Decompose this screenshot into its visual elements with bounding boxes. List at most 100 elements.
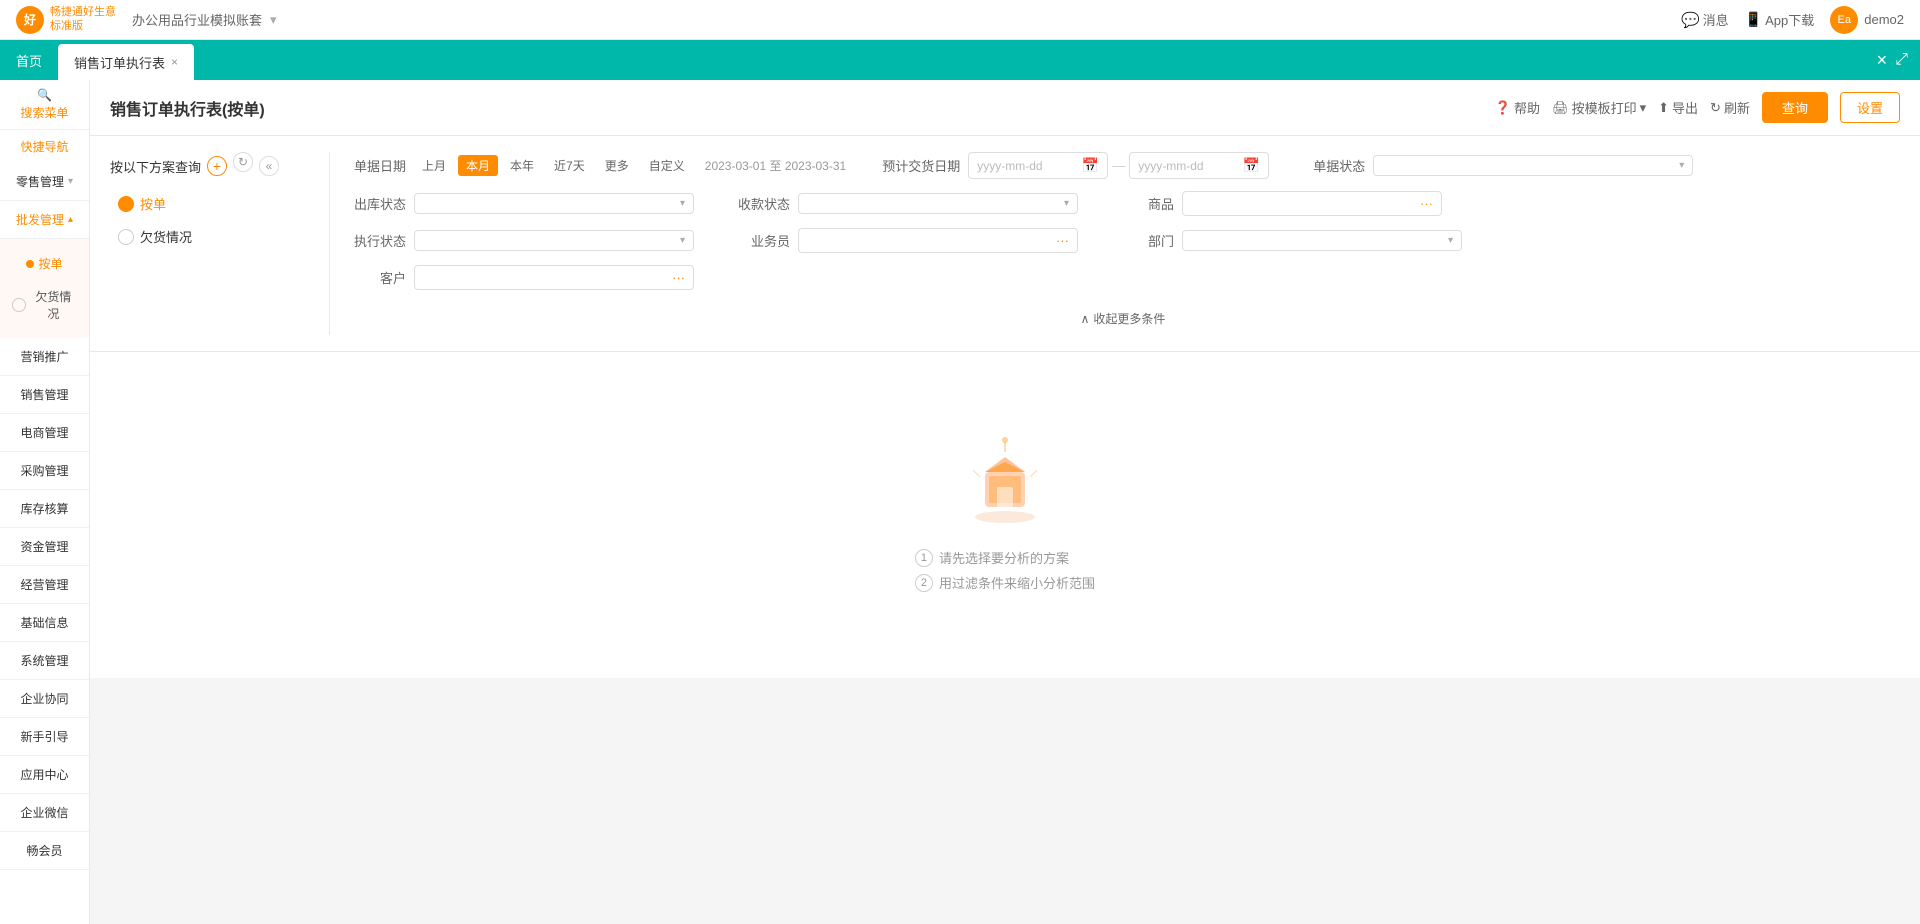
- query-button[interactable]: 查询: [1762, 92, 1828, 123]
- sidebar-item-ecommerce[interactable]: 电商管理: [0, 414, 89, 452]
- add-scheme-button[interactable]: +: [207, 156, 227, 176]
- print-button[interactable]: 🖨 按模板打印 ▾: [1552, 98, 1646, 117]
- refresh-button[interactable]: ↻ 刷新: [1710, 98, 1750, 117]
- empty-hints: 1 请先选择要分析的方案 2 用过滤条件来缩小分析范围: [915, 548, 1095, 598]
- dept-dropdown-icon: ▾: [1448, 235, 1453, 246]
- settings-button[interactable]: 设置: [1840, 92, 1900, 123]
- filter-layout: 按以下方案查询 + ↻ « 按单 欠货情况: [110, 152, 1900, 335]
- collapse-scheme-button[interactable]: «: [259, 156, 279, 176]
- calendar-start-icon: 📅: [1082, 157, 1099, 174]
- refresh-scheme-button[interactable]: ↻: [233, 152, 253, 172]
- message-button[interactable]: 💬 消息: [1681, 10, 1729, 29]
- tab-close-icon[interactable]: ×: [171, 55, 178, 69]
- sidebar-item-finance[interactable]: 资金管理: [0, 528, 89, 566]
- quick-nav-label: 快捷导航: [20, 138, 68, 155]
- customer-more-icon[interactable]: ···: [672, 270, 685, 285]
- sidebar-item-guide[interactable]: 新手引导: [0, 718, 89, 756]
- retail-label: 零售管理: [16, 173, 64, 190]
- tab-sales-order[interactable]: 销售订单执行表 ×: [58, 44, 194, 80]
- date-tab-this-year[interactable]: 本年: [502, 155, 542, 176]
- sidebar-item-marketing[interactable]: 营销推广: [0, 338, 89, 376]
- date-tab-custom[interactable]: 自定义: [641, 155, 693, 176]
- sidebar-sub-item-欠货[interactable]: 欠货情况: [0, 280, 89, 330]
- forecast-date-start[interactable]: yyyy-mm-dd 📅: [968, 152, 1108, 179]
- doc-status-label: 单据状态: [1305, 156, 1365, 175]
- collapse-more-button[interactable]: ∧ 收起更多条件: [346, 302, 1900, 335]
- app-download-button[interactable]: 📱 App下载: [1745, 10, 1815, 29]
- title-dropdown-icon[interactable]: ▾: [270, 12, 277, 28]
- sidebar-search[interactable]: 🔍 搜索菜单: [0, 80, 89, 130]
- avatar: Ea: [1830, 6, 1858, 34]
- goods-input[interactable]: ···: [1182, 191, 1442, 216]
- receive-status-select[interactable]: ▾: [798, 193, 1078, 214]
- sidebar-item-appstore[interactable]: 应用中心: [0, 756, 89, 794]
- scheme-item-欠货[interactable]: 欠货情况: [110, 221, 317, 252]
- export-button[interactable]: ⬆ 导出: [1658, 98, 1698, 117]
- sidebar-item-operations[interactable]: 经营管理: [0, 566, 89, 604]
- sidebar-item-member[interactable]: 畅会员: [0, 832, 89, 870]
- content-area: 销售订单执行表(按单) ❓ 帮助 🖨 按模板打印 ▾ ⬆ 导出 ↻ 刷新: [90, 80, 1920, 924]
- date-separator: —: [1112, 158, 1125, 173]
- filter-row-2: 出库状态 ▾ 收款状态 ▾: [346, 191, 1900, 216]
- logo-area: 好 畅捷通好生意 标准版: [16, 6, 116, 34]
- exec-status-label: 执行状态: [346, 231, 406, 250]
- marketing-label: 营销推广: [20, 348, 68, 365]
- date-tab-last-7days[interactable]: 近7天: [546, 155, 593, 176]
- scheme-item-按单[interactable]: 按单: [110, 188, 317, 219]
- tab-maximize-icon[interactable]: ⤢: [1895, 51, 1908, 69]
- dept-select[interactable]: ▾: [1182, 230, 1462, 251]
- page-title: 销售订单执行表(按单): [110, 96, 265, 120]
- customer-input[interactable]: ···: [414, 265, 694, 290]
- date-tabs: 上月 本月 本年 近7天 更多 自定义: [414, 155, 693, 176]
- purchase-label: 采购管理: [20, 462, 68, 479]
- exec-status-select[interactable]: ▾: [414, 230, 694, 251]
- sidebar-item-basic-info[interactable]: 基础信息: [0, 604, 89, 642]
- dept-label: 部门: [1114, 231, 1174, 250]
- date-tab-this-month[interactable]: 本月: [458, 155, 498, 176]
- doc-status-select[interactable]: ▾: [1373, 155, 1693, 176]
- sidebar-item-wholesale[interactable]: 批发管理 ▴: [0, 201, 89, 239]
- salesperson-more-icon[interactable]: ···: [1056, 233, 1069, 248]
- sidebar-item-retail[interactable]: 零售管理 ▾: [0, 163, 89, 201]
- export-icon: ⬆: [1658, 100, 1669, 116]
- retail-arrow-icon: ▾: [68, 176, 73, 187]
- logo-icon: 好: [16, 6, 44, 34]
- user-area[interactable]: Ea demo2: [1830, 6, 1904, 34]
- tab-home[interactable]: 首页: [0, 40, 58, 80]
- appstore-label: 应用中心: [20, 766, 68, 783]
- salesperson-label: 业务员: [730, 231, 790, 250]
- sidebar-item-wechat[interactable]: 企业微信: [0, 794, 89, 832]
- tab-close-window-icon[interactable]: ×: [1877, 50, 1888, 71]
- filter-ship-status-item: 出库状态 ▾: [346, 193, 694, 214]
- member-label: 畅会员: [26, 842, 62, 859]
- ship-status-select[interactable]: ▾: [414, 193, 694, 214]
- date-tab-last-month[interactable]: 上月: [414, 155, 454, 176]
- filter-goods-item: 商品 ···: [1114, 191, 1442, 216]
- sidebar-item-purchase[interactable]: 采购管理: [0, 452, 89, 490]
- sidebar-item-system[interactable]: 系统管理: [0, 642, 89, 680]
- sidebar-item-inventory[interactable]: 库存核算: [0, 490, 89, 528]
- sidebar-quick-nav[interactable]: 快捷导航: [0, 130, 89, 163]
- hint-num-1: 1: [915, 549, 933, 567]
- print-icon: 🖨: [1552, 100, 1569, 116]
- filter-exec-status-item: 执行状态 ▾: [346, 230, 694, 251]
- salesperson-input[interactable]: ···: [798, 228, 1078, 253]
- filter-date-item: 单据日期 上月 本月 本年 近7天 更多 自定义 2023-03-01 至 20…: [346, 155, 846, 176]
- date-range-display: 2023-03-01 至 2023-03-31: [705, 157, 846, 174]
- active-tab-label: 销售订单执行表: [74, 53, 165, 72]
- scheme-item-欠货-label: 欠货情况: [140, 227, 192, 246]
- user-name: demo2: [1864, 12, 1904, 27]
- wholesale-label: 批发管理: [16, 211, 64, 228]
- top-bar: 好 畅捷通好生意 标准版 办公用品行业模拟账套 ▾ 💬 消息 📱 App下载 E…: [0, 0, 1920, 40]
- wholesale-arrow-icon: ▴: [68, 214, 73, 225]
- sidebar-item-cooperation[interactable]: 企业协同: [0, 680, 89, 718]
- goods-more-icon[interactable]: ···: [1420, 196, 1433, 211]
- hint-item-2: 2 用过滤条件来缩小分析范围: [915, 573, 1095, 592]
- sidebar-item-sales[interactable]: 销售管理: [0, 376, 89, 414]
- finance-label: 资金管理: [20, 538, 68, 555]
- help-button[interactable]: ❓ 帮助: [1495, 98, 1540, 117]
- sidebar-sub-item-按单[interactable]: 按单: [0, 247, 89, 280]
- doc-status-dropdown-icon: ▾: [1679, 160, 1684, 171]
- forecast-date-end[interactable]: yyyy-mm-dd 📅: [1129, 152, 1269, 179]
- date-tab-more[interactable]: 更多: [597, 155, 637, 176]
